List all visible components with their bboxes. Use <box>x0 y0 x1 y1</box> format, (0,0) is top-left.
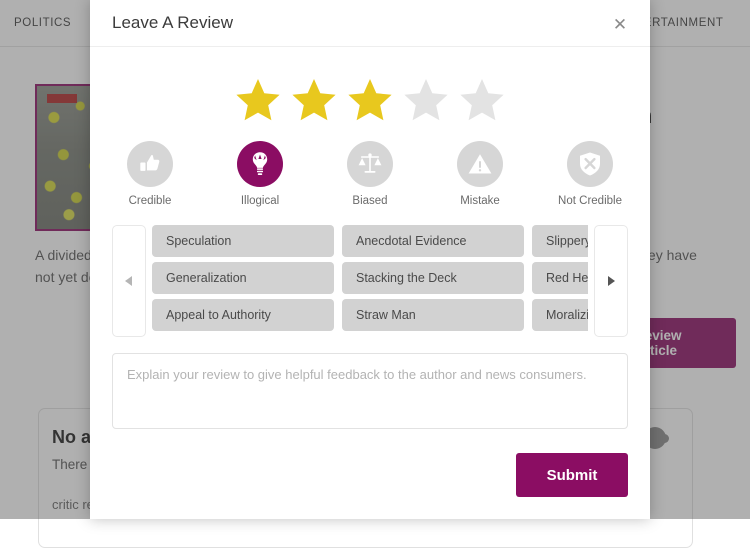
chevron-left-icon <box>123 274 135 288</box>
tag-carousel: SpeculationAnecdotal EvidenceSlippery Sl… <box>112 225 628 337</box>
category-selector: Credible Illogical Biased Mistake Not Credib… <box>112 141 628 207</box>
scales-icon[interactable] <box>347 141 393 187</box>
tag-chip[interactable]: Speculation <box>152 225 334 257</box>
lightbulb-icon[interactable] <box>237 141 283 187</box>
category-label: Illogical <box>241 195 279 207</box>
thumbs-up-icon[interactable] <box>127 141 173 187</box>
star-filled-icon[interactable] <box>235 77 281 123</box>
star-empty-icon[interactable] <box>459 77 505 123</box>
submit-button[interactable]: Submit <box>516 453 628 497</box>
shield-x-icon[interactable] <box>567 141 613 187</box>
category-label: Biased <box>352 195 387 207</box>
warning-triangle-icon[interactable] <box>457 141 503 187</box>
modal-footer: Submit <box>90 435 650 519</box>
modal-header: Leave A Review ✕ <box>90 0 650 47</box>
carousel-next-button[interactable] <box>594 225 628 337</box>
star-rating[interactable] <box>112 77 628 123</box>
modal-body: Credible Illogical Biased Mistake Not Credib… <box>90 47 650 435</box>
category-not-credible[interactable]: Not Credible <box>559 141 621 207</box>
category-illogical[interactable]: Illogical <box>229 141 291 207</box>
tag-chip[interactable]: Appeal to Authority <box>152 299 334 331</box>
category-biased[interactable]: Biased <box>339 141 401 207</box>
tag-chip[interactable]: Straw Man <box>342 299 524 331</box>
modal-title: Leave A Review <box>112 13 233 33</box>
leave-a-review-modal: Leave A Review ✕ Credible Illogical Biased… <box>90 0 650 519</box>
category-label: Credible <box>129 195 172 207</box>
tag-chip[interactable]: Slippery Slope <box>532 225 588 257</box>
close-icon[interactable]: ✕ <box>608 12 632 36</box>
category-credible[interactable]: Credible <box>119 141 181 207</box>
review-explanation-input[interactable] <box>112 353 628 429</box>
category-label: Mistake <box>460 195 500 207</box>
star-empty-icon[interactable] <box>403 77 449 123</box>
chevron-right-icon <box>605 274 617 288</box>
tag-chip[interactable]: Anecdotal Evidence <box>342 225 524 257</box>
tag-chip[interactable]: Moralizing <box>532 299 588 331</box>
tag-carousel-track: SpeculationAnecdotal EvidenceSlippery Sl… <box>152 225 588 337</box>
tag-chip[interactable]: Generalization <box>152 262 334 294</box>
star-filled-icon[interactable] <box>291 77 337 123</box>
tag-chip[interactable]: Red Herring <box>532 262 588 294</box>
category-label: Not Credible <box>558 195 622 207</box>
tag-chip[interactable]: Stacking the Deck <box>342 262 524 294</box>
tag-grid: SpeculationAnecdotal EvidenceSlippery Sl… <box>152 225 588 331</box>
category-mistake[interactable]: Mistake <box>449 141 511 207</box>
carousel-prev-button[interactable] <box>112 225 146 337</box>
star-filled-icon[interactable] <box>347 77 393 123</box>
